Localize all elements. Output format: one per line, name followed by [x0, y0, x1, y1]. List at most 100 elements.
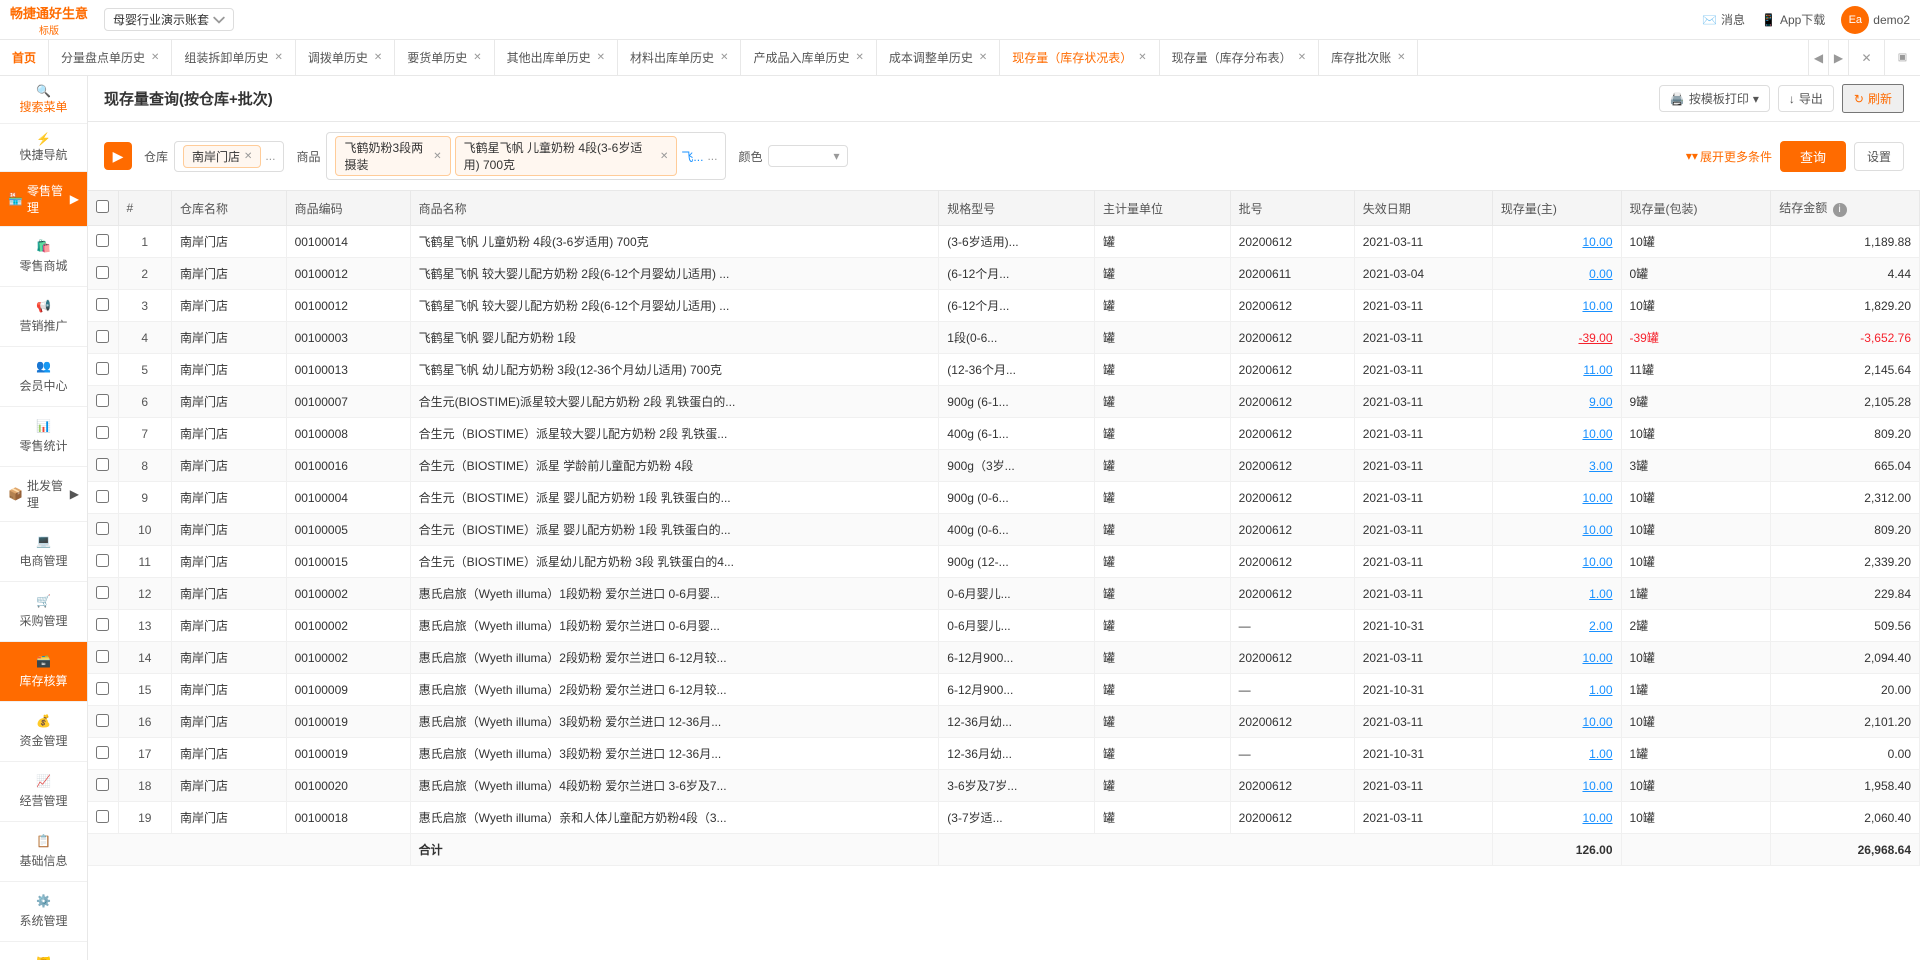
close-icon[interactable]: ✕ [979, 52, 987, 63]
row-check[interactable] [88, 578, 118, 610]
row-qty-main[interactable]: 1.00 [1492, 674, 1621, 706]
tab-6[interactable]: 材料出库单历史 ✕ [618, 40, 741, 76]
close-icon[interactable]: ✕ [151, 52, 159, 63]
close-icon[interactable]: ✕ [1298, 52, 1306, 63]
close-icon[interactable]: ✕ [855, 52, 863, 63]
row-qty-main[interactable]: 10.00 [1492, 642, 1621, 674]
close-icon[interactable]: ✕ [597, 52, 605, 63]
sidebar-item-retail-mall[interactable]: 🛍️ 零售商城 [0, 227, 87, 287]
row-check[interactable] [88, 674, 118, 706]
warehouse-tag-close[interactable]: ✕ [244, 151, 252, 162]
row-qty-main[interactable]: 10.00 [1492, 418, 1621, 450]
search-btn[interactable]: 查询 [1780, 141, 1846, 172]
tab-5[interactable]: 其他出库单历史 ✕ [495, 40, 618, 76]
refresh-btn[interactable]: ↻ 刷新 [1842, 84, 1904, 113]
user-menu[interactable]: Ea demo2 [1841, 6, 1910, 34]
row-check[interactable] [88, 290, 118, 322]
industry-selector[interactable]: 母婴行业演示账套 [104, 8, 234, 31]
close-icon[interactable]: ✕ [374, 52, 382, 63]
settings-btn[interactable]: 设置 [1854, 142, 1904, 171]
row-qty-main[interactable]: 1.00 [1492, 738, 1621, 770]
row-qty-main[interactable]: 10.00 [1492, 290, 1621, 322]
nav-prev-btn[interactable]: ◀ [1808, 40, 1828, 76]
sidebar-item-retail-stats[interactable]: 📊 零售统计 [0, 407, 87, 467]
sidebar-search-btn[interactable]: 🔍 搜索菜单 [0, 76, 87, 124]
sidebar-item-ecommerce[interactable]: 💻 电商管理 [0, 522, 87, 582]
product-tag-1-close[interactable]: ✕ [433, 151, 441, 162]
product-more[interactable]: ... [707, 149, 717, 163]
expand-conditions-btn[interactable]: ▾▾ 展开更多条件 [1686, 148, 1772, 165]
product-more-tag[interactable]: 飞... [681, 148, 703, 165]
row-qty-main[interactable]: -39.00 [1492, 322, 1621, 354]
row-check[interactable] [88, 546, 118, 578]
tab-1[interactable]: 分量盘点单历史 ✕ [49, 40, 172, 76]
template-print-btn[interactable]: 🖨️ 按模板打印 ▾ [1659, 85, 1770, 112]
nav-close-btn[interactable]: ✕ [1848, 40, 1884, 76]
sidebar-item-collab[interactable]: 🤝 企业协同 [0, 942, 87, 960]
row-qty-main[interactable]: 10.00 [1492, 706, 1621, 738]
message-btn[interactable]: ✉️ 消息 [1702, 11, 1745, 28]
sidebar-item-system[interactable]: ⚙️ 系统管理 [0, 882, 87, 942]
filter-toggle-btn[interactable]: ▶ [104, 142, 132, 170]
row-qty-main[interactable]: 10.00 [1492, 770, 1621, 802]
sidebar-item-member[interactable]: 👥 会员中心 [0, 347, 87, 407]
sidebar-item-marketing[interactable]: 📢 营销推广 [0, 287, 87, 347]
close-icon[interactable]: ✕ [1397, 52, 1405, 63]
sidebar-item-purchase[interactable]: 🛒 采购管理 [0, 582, 87, 642]
row-check[interactable] [88, 770, 118, 802]
row-check[interactable] [88, 482, 118, 514]
tab-10[interactable]: 现存量（库存分布表） ✕ [1160, 40, 1319, 76]
close-icon[interactable]: ✕ [1138, 52, 1146, 63]
row-check[interactable] [88, 514, 118, 546]
app-download-btn[interactable]: 📱 App下载 [1761, 11, 1825, 28]
row-qty-main[interactable]: 3.00 [1492, 450, 1621, 482]
sidebar-item-finance[interactable]: 💰 资金管理 [0, 702, 87, 762]
warehouse-more[interactable]: ... [265, 149, 275, 163]
row-qty-main[interactable]: 0.00 [1492, 258, 1621, 290]
sidebar-quick-nav[interactable]: ⚡ 快捷导航 [0, 124, 87, 172]
row-check[interactable] [88, 738, 118, 770]
tab-3[interactable]: 调拨单历史 ✕ [296, 40, 395, 76]
row-check[interactable] [88, 386, 118, 418]
row-check[interactable] [88, 226, 118, 258]
row-qty-main[interactable]: 1.00 [1492, 578, 1621, 610]
row-qty-main[interactable]: 10.00 [1492, 514, 1621, 546]
th-check[interactable] [88, 191, 118, 226]
tab-11[interactable]: 库存批次账 ✕ [1319, 40, 1418, 76]
row-qty-main[interactable]: 11.00 [1492, 354, 1621, 386]
export-btn[interactable]: ↓ 导出 [1778, 85, 1834, 112]
close-icon[interactable]: ✕ [473, 52, 481, 63]
tab-8[interactable]: 成本调整单历史 ✕ [877, 40, 1000, 76]
row-check[interactable] [88, 706, 118, 738]
tab-9[interactable]: 现存量（库存状况表） ✕ [1000, 40, 1159, 76]
amount-info-icon[interactable]: i [1833, 203, 1847, 217]
tab-7[interactable]: 产成品入库单历史 ✕ [741, 40, 876, 76]
tab-2[interactable]: 组装拆卸单历史 ✕ [172, 40, 295, 76]
row-check[interactable] [88, 610, 118, 642]
row-check[interactable] [88, 642, 118, 674]
row-qty-main[interactable]: 9.00 [1492, 386, 1621, 418]
select-all-checkbox[interactable] [96, 200, 109, 213]
sidebar-item-wholesale[interactable]: 📦 批发管理 ▶ [0, 467, 87, 522]
row-qty-main[interactable]: 10.00 [1492, 802, 1621, 834]
row-check[interactable] [88, 450, 118, 482]
row-qty-main[interactable]: 10.00 [1492, 546, 1621, 578]
close-icon[interactable]: ✕ [274, 52, 282, 63]
nav-expand-btn[interactable]: ▣ [1884, 40, 1920, 76]
nav-next-btn[interactable]: ▶ [1828, 40, 1848, 76]
sidebar-item-basics[interactable]: 📋 基础信息 [0, 822, 87, 882]
row-check[interactable] [88, 802, 118, 834]
row-check[interactable] [88, 322, 118, 354]
product-tag-2-close[interactable]: ✕ [660, 151, 668, 162]
warehouse-filter-input[interactable]: 南岸门店 ✕ ... [174, 141, 284, 172]
tab-4[interactable]: 要货单历史 ✕ [395, 40, 494, 76]
row-qty-main[interactable]: 10.00 [1492, 226, 1621, 258]
tab-home[interactable]: 首页 [0, 40, 49, 76]
row-qty-main[interactable]: 10.00 [1492, 482, 1621, 514]
sidebar-item-inventory[interactable]: 🗃️ 库存核算 [0, 642, 87, 702]
row-qty-main[interactable]: 2.00 [1492, 610, 1621, 642]
color-selector[interactable]: ▾ [768, 145, 848, 167]
row-check[interactable] [88, 418, 118, 450]
row-check[interactable] [88, 258, 118, 290]
product-filter-input[interactable]: 飞鹤奶粉3段两摄装 ✕ 飞鹤星飞帆 儿童奶粉 4段(3-6岁适用) 700克 ✕… [326, 132, 726, 180]
